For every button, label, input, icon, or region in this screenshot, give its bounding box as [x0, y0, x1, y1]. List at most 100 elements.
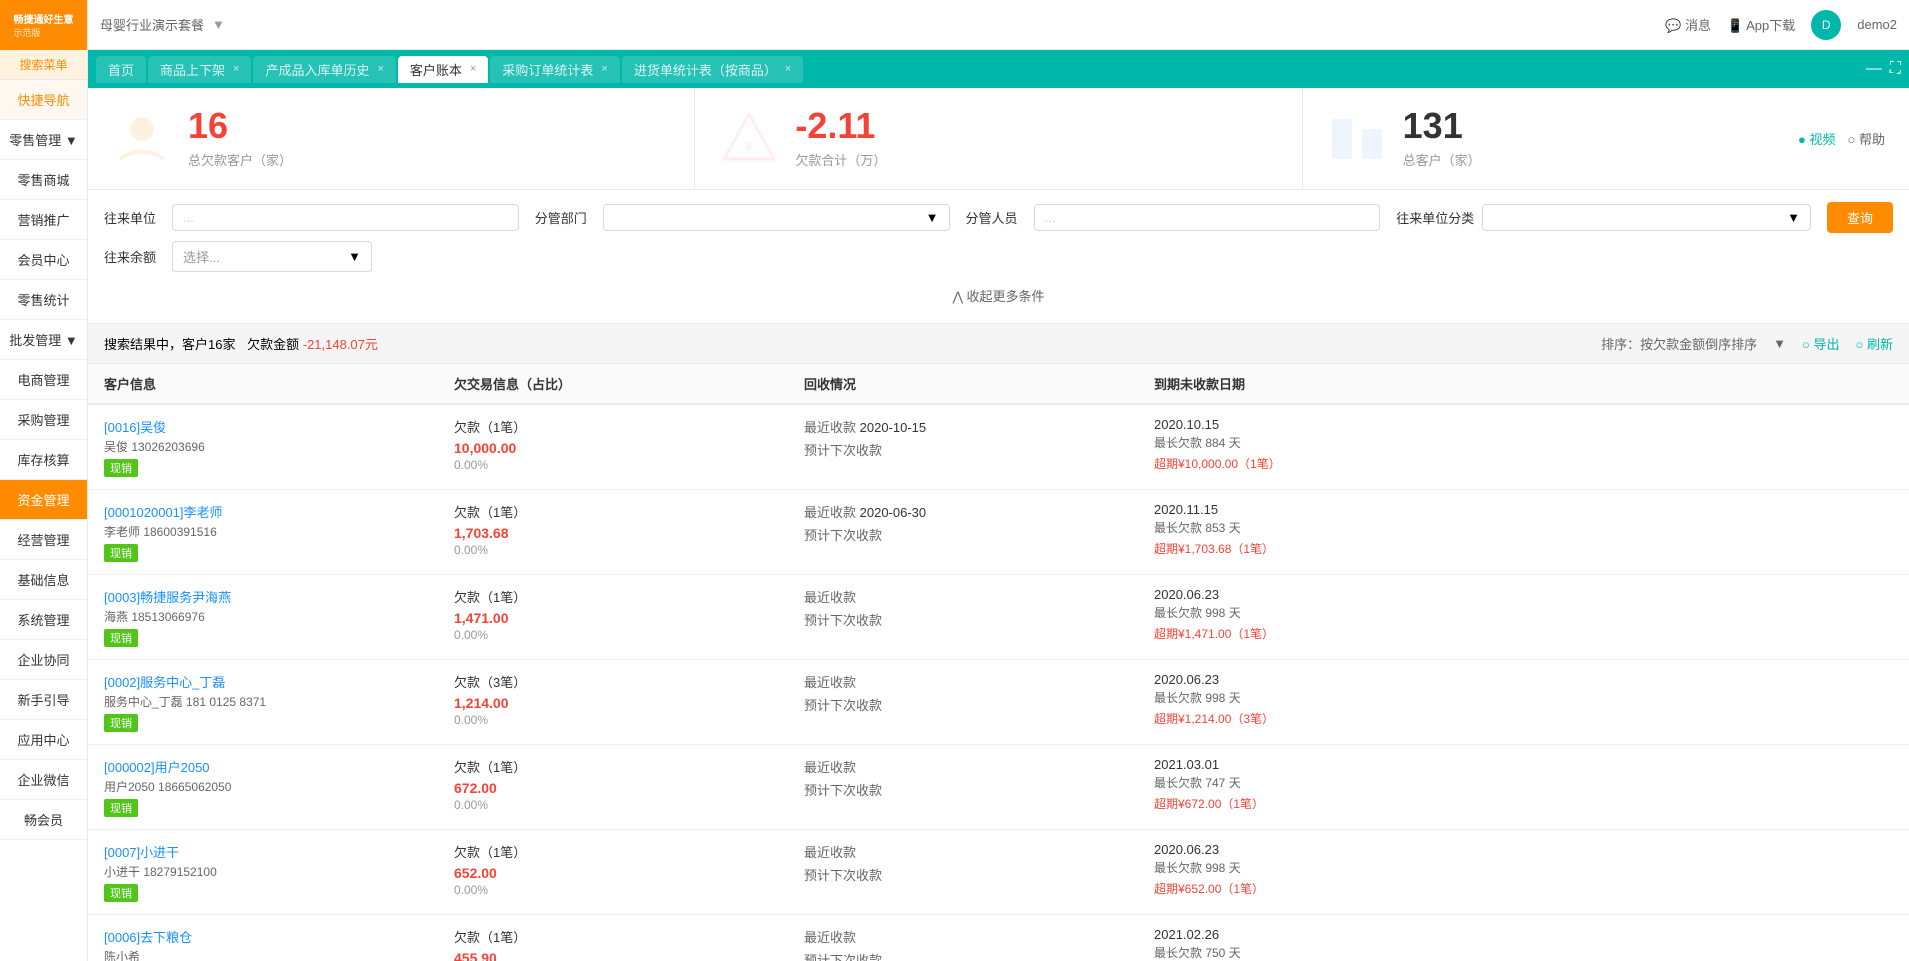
customer-tag-0: 现销: [104, 459, 138, 477]
customer-name-5[interactable]: [0007]小进干: [104, 842, 454, 861]
sidebar-item-marketing[interactable]: 营销推广: [0, 200, 87, 240]
sort-label: 排序：按欠款金额倒序排序: [1601, 334, 1757, 353]
sidebar-item-finance[interactable]: 资金管理: [0, 480, 87, 520]
app-download-btn[interactable]: 📱 App下载: [1727, 15, 1795, 34]
next-label-5: 预计下次收款: [804, 865, 1154, 884]
filter-unit-category: 往来单位分类 ▼: [1396, 204, 1811, 231]
tab-purchase-stats-by-product[interactable]: 进货单统计表（按商品） ×: [622, 56, 803, 83]
tab-minimize-btn[interactable]: —: [1866, 60, 1882, 78]
customer-contact-5: 小进干 18279152100: [104, 863, 454, 880]
sidebar-item-sys-mgmt[interactable]: 系统管理: [0, 600, 87, 640]
tab-purchase-order-stats[interactable]: 采购订单统计表 ×: [490, 56, 619, 83]
sidebar-item-batch-mgmt[interactable]: 批发管理 ▼: [0, 320, 87, 360]
debt-label-0: 欠款（1笔）: [454, 417, 804, 436]
tab-customer-account[interactable]: 客户账本 ×: [398, 56, 488, 83]
stat-actions: ● 视频 ○ 帮助: [1798, 129, 1885, 148]
total-debt-icon: ¥: [719, 109, 779, 169]
tab-purchase-stats-by-product-close[interactable]: ×: [785, 63, 791, 75]
svg-text:¥: ¥: [744, 139, 753, 154]
tab-maximize-btn[interactable]: ⛶: [1890, 60, 1901, 78]
sidebar-item-retail-stats[interactable]: 零售统计: [0, 280, 87, 320]
overdue-text-4[interactable]: 超期¥672.00（1笔）: [1154, 795, 1893, 812]
sidebar-item-purchase[interactable]: 采购管理: [0, 400, 87, 440]
sidebar-item-wechat[interactable]: 企业微信: [0, 760, 87, 800]
message-btn[interactable]: 💬 消息: [1665, 15, 1711, 34]
source-unit-label: 往来单位: [104, 208, 164, 227]
debt-customers-label: 总欠款客户（家）: [188, 150, 670, 169]
tab-production-history-close[interactable]: ×: [377, 63, 383, 75]
overdue-text-2[interactable]: 超期¥1,471.00（1笔）: [1154, 625, 1893, 642]
tab-products-offline-label: 商品上下架: [160, 60, 225, 79]
recent-label-0: 最近收款 2020-10-15: [804, 417, 1154, 436]
col-header-debt: 欠交易信息（占比）: [454, 374, 804, 393]
stat-info-total-customers: 131 总客户（家）: [1403, 108, 1782, 169]
customer-name-4[interactable]: [000002]用户2050: [104, 757, 454, 776]
sidebar-item-retail-mgmt[interactable]: 零售管理 ▼: [0, 120, 87, 160]
customer-name-0[interactable]: [0016]吴俊: [104, 417, 454, 436]
debt-amount-0[interactable]: 10,000.00: [454, 440, 804, 456]
debt-amount-5[interactable]: 652.00: [454, 865, 804, 881]
overdue-text-0[interactable]: 超期¥10,000.00（1笔）: [1154, 455, 1893, 472]
sidebar-item-member[interactable]: 会员中心: [0, 240, 87, 280]
sidebar-item-app-center[interactable]: 应用中心: [0, 720, 87, 760]
tab-production-history[interactable]: 产成品入库单历史 ×: [253, 56, 395, 83]
tab-home[interactable]: 首页: [96, 56, 146, 83]
collapse-btn[interactable]: ⋀ 收起更多条件: [104, 280, 1893, 311]
tab-products-offline-close[interactable]: ×: [233, 63, 239, 75]
source-unit-input[interactable]: ...: [172, 204, 519, 231]
customer-name-1[interactable]: [0001020001]李老师: [104, 502, 454, 521]
dept-select[interactable]: ▼: [603, 204, 950, 231]
export-btn[interactable]: ○ 导出: [1802, 334, 1839, 353]
tab-customer-account-close[interactable]: ×: [470, 63, 476, 75]
search-button[interactable]: 查询: [1827, 202, 1893, 233]
person-input[interactable]: ...: [1034, 204, 1381, 231]
customer-name-3[interactable]: [0002]服务中心_丁磊: [104, 672, 454, 691]
tab-purchase-order-stats-close[interactable]: ×: [601, 63, 607, 75]
debt-amount-6[interactable]: 455.90: [454, 950, 804, 961]
member-label: 会员中心: [4, 250, 83, 269]
search-menu[interactable]: 搜索菜单: [0, 50, 87, 80]
enterprise-label: 企业协同: [4, 650, 83, 669]
help-btn[interactable]: ○ 帮助: [1848, 129, 1885, 148]
return-info-4: 最近收款 预计下次收款: [804, 757, 1154, 799]
stat-card-total-customers: 131 总客户（家） ● 视频 ○ 帮助: [1303, 88, 1909, 189]
sidebar-item-ecommerce[interactable]: 电商管理: [0, 360, 87, 400]
customer-name-6[interactable]: [0006]去下粮仓: [104, 927, 454, 946]
sidebar-item-retail-store[interactable]: 零售商城: [0, 160, 87, 200]
sidebar-item-guide[interactable]: 新手引导: [0, 680, 87, 720]
user-avatar[interactable]: D: [1811, 10, 1841, 40]
retail-stats-label: 零售统计: [4, 290, 83, 309]
tab-purchase-stats-by-product-label: 进货单统计表（按商品）: [634, 60, 777, 79]
tab-products-offline[interactable]: 商品上下架 ×: [148, 56, 251, 83]
debt-info-4: 欠款（1笔） 672.00 0.00%: [454, 757, 804, 812]
debt-amount-4[interactable]: 672.00: [454, 780, 804, 796]
person-label: 分管人员: [966, 208, 1026, 227]
debt-amount-1[interactable]: 1,703.68: [454, 525, 804, 541]
customer-name-2[interactable]: [0003]畅捷服务尹海燕: [104, 587, 454, 606]
stat-info-debt-customers: 16 总欠款客户（家）: [188, 108, 670, 169]
industry-label: 母婴行业演示套餐: [100, 15, 204, 34]
unit-category-select[interactable]: ▼: [1482, 204, 1811, 231]
overdue-text-3[interactable]: 超期¥1,214.00（3笔）: [1154, 710, 1893, 727]
refresh-btn[interactable]: ○ 刷新: [1856, 334, 1893, 353]
video-btn[interactable]: ● 视频: [1798, 129, 1835, 148]
overdue-text-1[interactable]: 超期¥1,703.68（1笔）: [1154, 540, 1893, 557]
total-customers-number: 131: [1403, 108, 1782, 144]
sort-chevron-icon[interactable]: ▼: [1773, 336, 1786, 351]
sidebar-item-vip[interactable]: 畅会员: [0, 800, 87, 840]
debt-customers-number: 16: [188, 108, 670, 144]
sidebar-item-enterprise[interactable]: 企业协同: [0, 640, 87, 680]
next-label-3: 预计下次收款: [804, 695, 1154, 714]
sidebar-item-inventory[interactable]: 库存核算: [0, 440, 87, 480]
recent-label-4: 最近收款: [804, 757, 1154, 776]
balance-select[interactable]: 选择... ▼: [172, 241, 372, 272]
debt-info-5: 欠款（1笔） 652.00 0.00%: [454, 842, 804, 897]
stats-row: 16 总欠款客户（家） ¥ -2.11 欠款合计（万） 131: [88, 88, 1909, 190]
industry-dropdown-icon[interactable]: ▼: [212, 17, 225, 32]
debt-amount-3[interactable]: 1,214.00: [454, 695, 804, 711]
overdue-text-5[interactable]: 超期¥652.00（1笔）: [1154, 880, 1893, 897]
debt-amount-2[interactable]: 1,471.00: [454, 610, 804, 626]
retail-mgmt-label: 零售管理 ▼: [4, 130, 83, 149]
sidebar-item-operation[interactable]: 经营管理: [0, 520, 87, 560]
sidebar-item-basic-info[interactable]: 基础信息: [0, 560, 87, 600]
